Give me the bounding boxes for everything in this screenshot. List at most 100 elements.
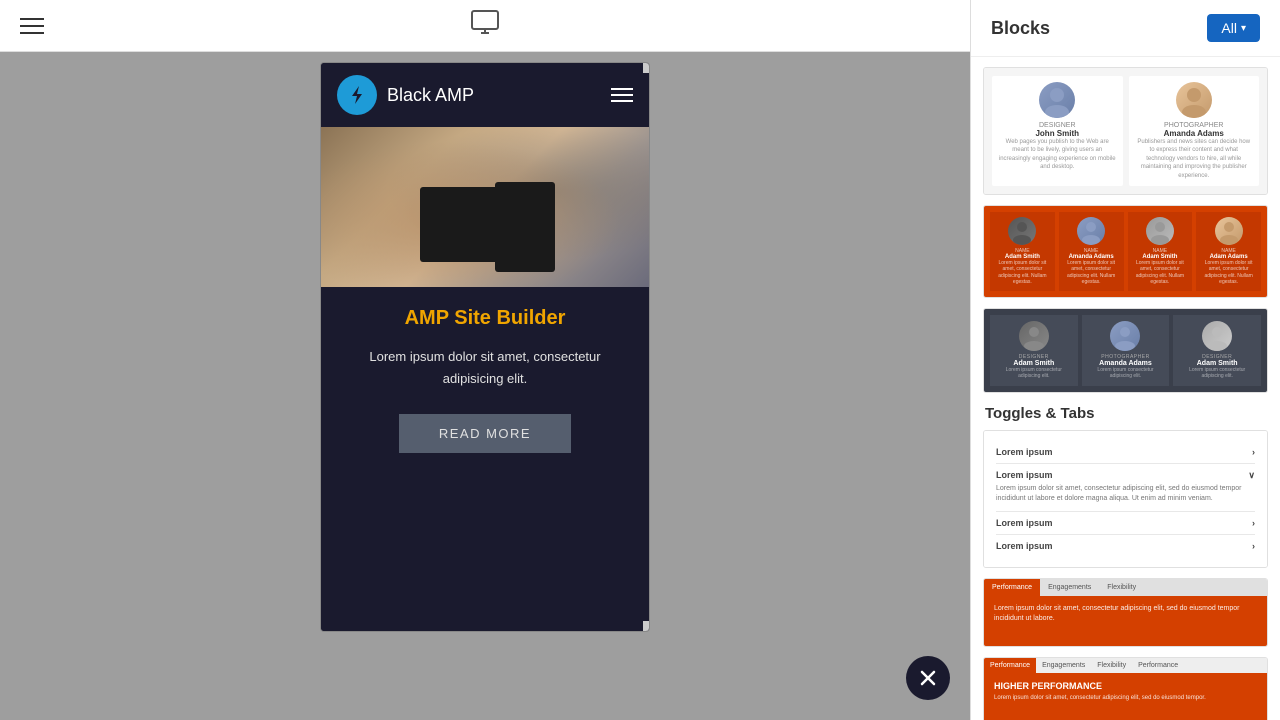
sidebar-title: Blocks <box>991 18 1050 39</box>
tabs-bar-red: Performance Engagements Flexibility <box>984 579 1267 596</box>
toolbar <box>0 0 970 52</box>
team-desc-1: Web pages you publish to the Web are mea… <box>998 138 1117 172</box>
toggle-arrow-4: › <box>1252 541 1255 551</box>
tab-lower-title: HIGHER PERFORMANCE <box>994 681 1257 691</box>
team-desc-dark-2: Lorem ipsum consectetur adipiscing elit. <box>1086 367 1166 380</box>
team-card-4col-orange[interactable]: Name Adam Smith Lorem ipsum dolor sit am… <box>983 205 1268 298</box>
toggle-label-4: Lorem ipsum › <box>996 541 1255 551</box>
tab-flexibility[interactable]: Flexibility <box>1099 579 1144 596</box>
preview-area: Black AMP A <box>0 52 970 720</box>
team-avatar-orange-1 <box>1008 217 1036 245</box>
team-item-orange-2: Name Amanda Adams Lorem ipsum dolor sit … <box>1059 212 1124 291</box>
team-desc-2: Publishers and news sites can decide how… <box>1135 138 1254 180</box>
toggles-light-content: Lorem ipsum › Lorem ipsum ∨ Lorem ipsum … <box>984 431 1267 567</box>
team-desc-dark-3: Lorem ipsum consectetur adipiscing elit. <box>1177 367 1257 380</box>
team-item-1: DESIGNER John Smith Web pages you publis… <box>992 76 1123 186</box>
team-avatar-orange-4 <box>1215 217 1243 245</box>
tab-lower-engagements[interactable]: Engagements <box>1036 658 1091 673</box>
nav-menu-line-1 <box>611 88 633 90</box>
team-desc-orange-4: Lorem ipsum dolor sit amet, consectetur … <box>1199 260 1258 286</box>
phone-frame: Black AMP A <box>320 62 650 632</box>
tabs-card-red[interactable]: Performance Engagements Flexibility Lore… <box>983 578 1268 647</box>
tab-lower-flexibility[interactable]: Flexibility <box>1091 658 1132 673</box>
monitor-icon <box>469 7 501 44</box>
all-btn-arrow: ▾ <box>1241 23 1246 34</box>
tab-lower-text: Lorem ipsum dolor sit amet, consectetur … <box>994 694 1257 702</box>
team-desc-orange-3: Lorem ipsum dolor sit amet, consectetur … <box>1131 260 1190 286</box>
team-avatar-1 <box>1039 82 1075 118</box>
content-body: Lorem ipsum dolor sit amet, consectetur … <box>345 346 625 390</box>
phone-nav-title: Black AMP <box>387 85 474 106</box>
team-card-2col-light[interactable]: DESIGNER John Smith Web pages you publis… <box>983 67 1268 195</box>
team-avatar-dark-2 <box>1110 321 1140 351</box>
menu-icon[interactable] <box>20 18 44 34</box>
phone-hero-inner <box>321 127 649 287</box>
sidebar: Blocks All ▾ <box>970 0 1280 720</box>
team-avatar-dark-1 <box>1019 321 1049 351</box>
team-grid-orange: Name Adam Smith Lorem ipsum dolor sit am… <box>984 206 1267 297</box>
tabs-block-red: Performance Engagements Flexibility Lore… <box>984 579 1267 646</box>
team-avatar-orange-2 <box>1077 217 1105 245</box>
tab-lower-performance-2[interactable]: Performance <box>1132 658 1184 673</box>
tab-engagements[interactable]: Engagements <box>1040 579 1099 596</box>
phone-scroll-top <box>643 63 649 73</box>
phone-content: AMP Site Builder Lorem ipsum dolor sit a… <box>321 287 649 631</box>
content-title: AMP Site Builder <box>405 307 566 330</box>
nav-menu-line-2 <box>611 94 633 96</box>
avatar-img-1 <box>1039 82 1075 118</box>
tablet-small <box>495 182 555 272</box>
avatar-img-2 <box>1176 82 1212 118</box>
toggle-arrow-3: › <box>1252 518 1255 528</box>
main-area: Black AMP A <box>0 0 970 720</box>
tab-performance[interactable]: Performance <box>984 579 1040 596</box>
team-role-2: PHOTOGRAPHER <box>1135 122 1254 129</box>
phone-hero-image <box>321 127 649 287</box>
toggle-item-3[interactable]: Lorem ipsum › <box>996 512 1255 535</box>
hamburger-line-1 <box>20 18 44 20</box>
tabs-bar-lower: Performance Engagements Flexibility Perf… <box>984 658 1267 673</box>
toggle-item-4[interactable]: Lorem ipsum › <box>996 535 1255 557</box>
team-grid-dark: DESIGNER Adam Smith Lorem ipsum consecte… <box>984 309 1267 392</box>
nav-menu-line-3 <box>611 100 633 102</box>
team-role-1: DESIGNER <box>998 122 1117 129</box>
toggle-content-2: Lorem ipsum dolor sit amet, consectetur … <box>996 484 1255 505</box>
all-btn-label: All <box>1221 20 1237 36</box>
lightning-icon <box>337 75 377 115</box>
tabs-block-lower: Performance Engagements Flexibility Perf… <box>984 658 1267 720</box>
hamburger-line-2 <box>20 25 44 27</box>
team-item-orange-4: Name Adam Adams Lorem ipsum dolor sit am… <box>1196 212 1261 291</box>
sidebar-content[interactable]: DESIGNER John Smith Web pages you publis… <box>971 57 1280 720</box>
phone-nav-menu-icon[interactable] <box>611 88 633 102</box>
close-x-icon <box>918 668 938 688</box>
tab-content-red: Lorem ipsum dolor sit amet, consectetur … <box>984 596 1267 646</box>
team-item-orange-3: Name Adam Smith Lorem ipsum dolor sit am… <box>1128 212 1193 291</box>
hamburger-line-3 <box>20 32 44 34</box>
team-card-3col-dark[interactable]: DESIGNER Adam Smith Lorem ipsum consecte… <box>983 308 1268 393</box>
team-desc-orange-1: Lorem ipsum dolor sit amet, consectetur … <box>993 260 1052 286</box>
toolbar-center <box>469 7 501 44</box>
toggle-arrow-1: › <box>1252 447 1255 457</box>
team-grid-2col: DESIGNER John Smith Web pages you publis… <box>984 68 1267 194</box>
toggle-arrow-2: ∨ <box>1248 470 1255 481</box>
all-filter-button[interactable]: All ▾ <box>1207 14 1260 42</box>
toggle-item-2[interactable]: Lorem ipsum ∨ Lorem ipsum dolor sit amet… <box>996 464 1255 512</box>
toggle-item-1[interactable]: Lorem ipsum › <box>996 441 1255 464</box>
team-desc-dark-1: Lorem ipsum consectetur adipiscing elit. <box>994 367 1074 380</box>
team-desc-orange-2: Lorem ipsum dolor sit amet, consectetur … <box>1062 260 1121 286</box>
tabs-card-lower[interactable]: Performance Engagements Flexibility Perf… <box>983 657 1268 720</box>
toggle-label-3: Lorem ipsum › <box>996 518 1255 528</box>
team-name-1: John Smith <box>998 129 1117 138</box>
toggles-light-card[interactable]: Lorem ipsum › Lorem ipsum ∨ Lorem ipsum … <box>983 430 1268 568</box>
read-more-button[interactable]: READ MORE <box>399 414 571 453</box>
sidebar-header: Blocks All ▾ <box>971 0 1280 57</box>
toggles-section-header: Toggles & Tabs <box>983 405 1268 422</box>
team-item-dark-3: DESIGNER Adam Smith Lorem ipsum consecte… <box>1173 315 1261 386</box>
toggle-label-2: Lorem ipsum ∨ <box>996 470 1255 481</box>
tab-lower-performance[interactable]: Performance <box>984 658 1036 673</box>
phone-nav: Black AMP <box>321 63 649 127</box>
team-item-2: PHOTOGRAPHER Amanda Adams Publishers and… <box>1129 76 1260 186</box>
tablet-group <box>415 177 555 277</box>
team-item-dark-1: DESIGNER Adam Smith Lorem ipsum consecte… <box>990 315 1078 386</box>
team-item-dark-2: PHOTOGRAPHER Amanda Adams Lorem ipsum co… <box>1082 315 1170 386</box>
close-button[interactable] <box>906 656 950 700</box>
